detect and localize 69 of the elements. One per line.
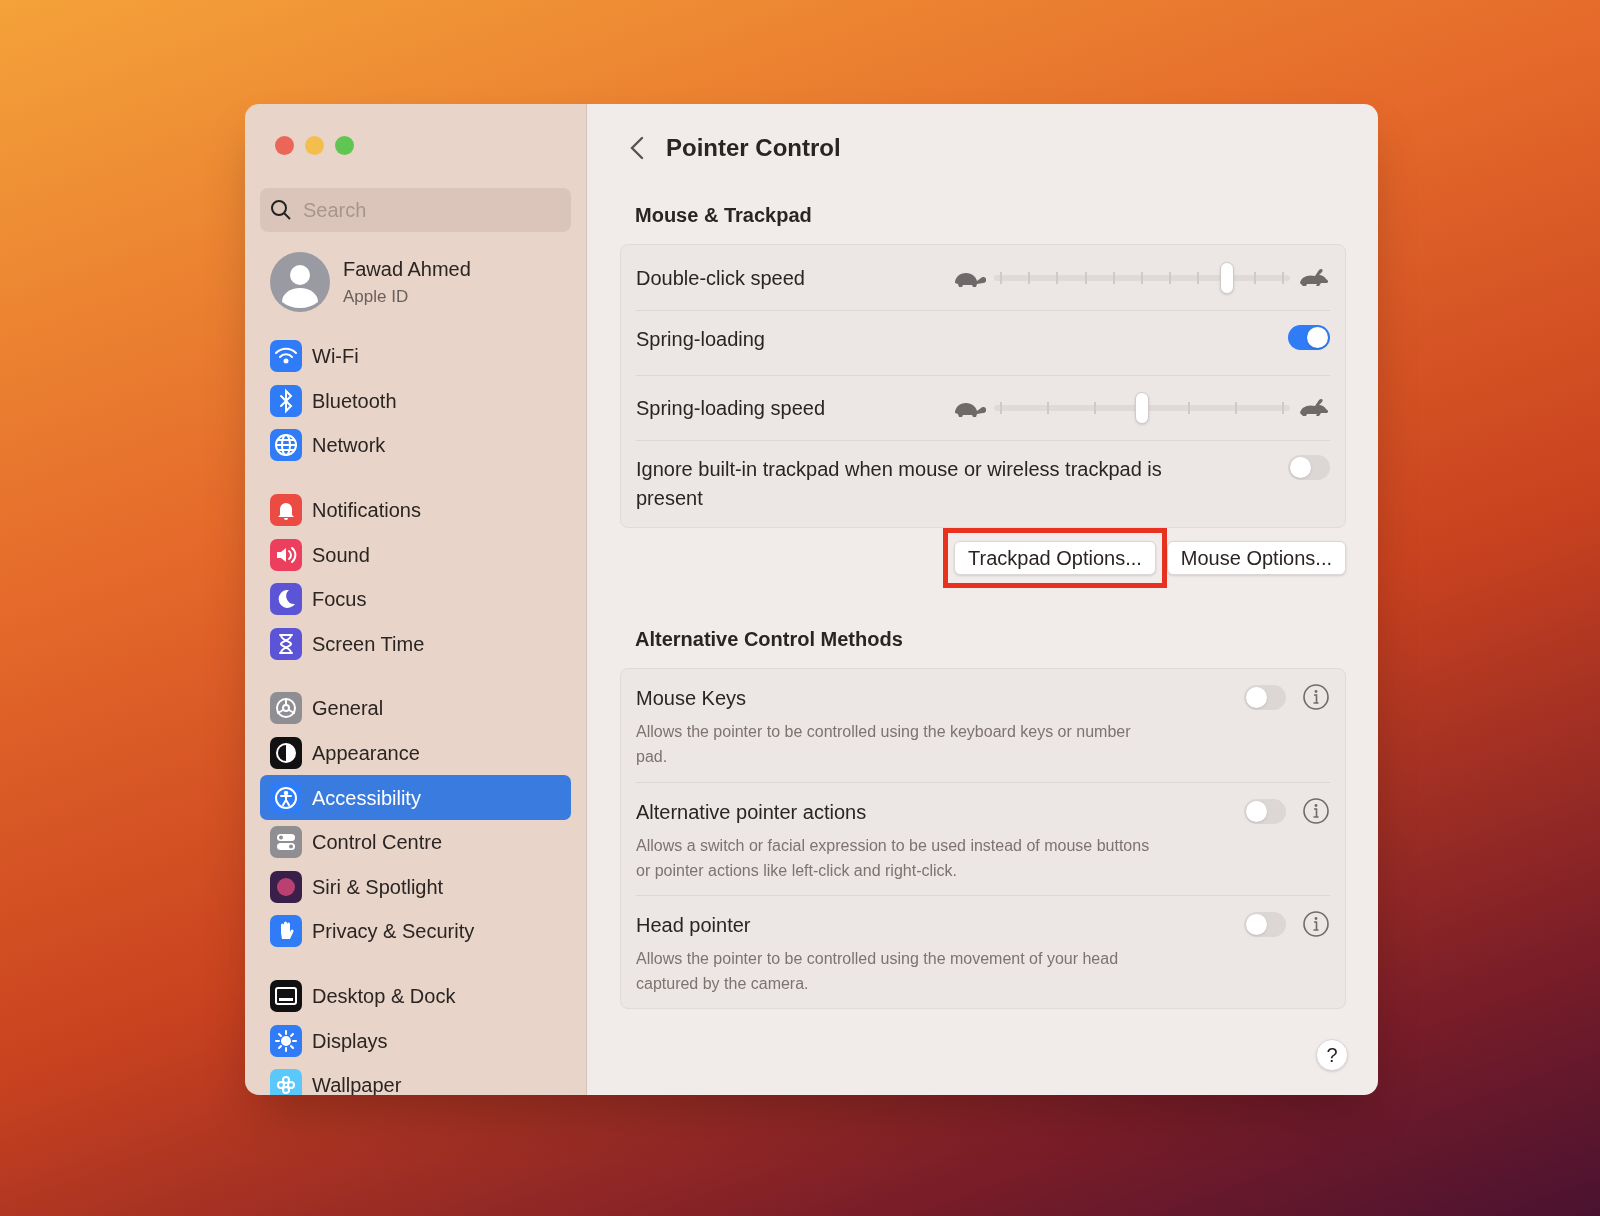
sidebar-item[interactable]: Appearance xyxy=(260,730,571,776)
sidebar-item[interactable]: Screen Time xyxy=(260,621,571,667)
sidebar-item[interactable]: Privacy & Security xyxy=(260,909,571,954)
setting-label: Alternative pointer actions xyxy=(636,800,868,825)
toggle-switch[interactable] xyxy=(1244,798,1286,824)
close-button[interactable] xyxy=(275,136,294,155)
slider-thumb[interactable] xyxy=(1219,261,1234,294)
toggle-switch[interactable] xyxy=(1244,684,1286,710)
displays-icon xyxy=(270,1024,302,1057)
options-button[interactable]: Mouse Options... xyxy=(1166,541,1346,575)
info-icon[interactable] xyxy=(1302,683,1330,711)
wifi-icon xyxy=(270,340,302,373)
accessibility-icon xyxy=(270,781,302,814)
help-button[interactable]: ? xyxy=(1316,1039,1348,1071)
info-icon[interactable] xyxy=(1302,910,1330,938)
setting-description: Allows the pointer to be controlled using the keyboard keys or number pad. xyxy=(636,722,1132,767)
zoom-button[interactable] xyxy=(335,136,354,155)
account-name[interactable]: Fawad Ahmed xyxy=(343,254,471,285)
section-heading: Mouse & Trackpad xyxy=(634,203,813,228)
setting-label: Spring-loading xyxy=(636,327,765,352)
sidebar-item[interactable]: Desktop & Dock xyxy=(260,973,571,1019)
info-icon[interactable] xyxy=(1302,797,1330,825)
rabbit-icon xyxy=(1298,397,1330,419)
wallpaper-icon xyxy=(270,1069,302,1095)
slider-track[interactable] xyxy=(994,261,1290,294)
sound-icon xyxy=(270,538,302,571)
general-icon xyxy=(270,692,302,725)
sidebar-item[interactable]: Focus xyxy=(260,576,571,622)
sidebar-item[interactable]: Siri & Spotlight xyxy=(260,864,571,910)
sidebar-item[interactable]: General xyxy=(260,686,571,731)
search-icon xyxy=(270,199,292,221)
controlcentre-icon xyxy=(270,826,302,859)
page-title: Pointer Control xyxy=(666,133,841,163)
sidebar-item[interactable]: Control Centre xyxy=(260,819,571,865)
back-icon[interactable] xyxy=(630,136,644,160)
setting-label: Spring-loading speed xyxy=(636,396,826,421)
slider-thumb[interactable] xyxy=(1135,392,1149,424)
notifications-icon xyxy=(270,494,302,527)
section-heading: Alternative Control Methods xyxy=(634,627,904,652)
avatar-icon[interactable] xyxy=(270,252,330,312)
setting-label: Ignore built-in trackpad when mouse or wireless trackpad is present xyxy=(636,457,1163,511)
setting-description: Allows the pointer to be controlled using the movement of your head captured by the camera. xyxy=(636,949,1120,994)
siri-icon xyxy=(270,870,302,903)
sidebar-item[interactable]: Wi-Fi xyxy=(260,334,571,379)
setting-description: Allows a switch or facial expression to be used instead of mouse buttons or pointer actions like left-click and right-click. xyxy=(636,836,1151,881)
sidebar-item[interactable]: Bluetooth xyxy=(260,378,571,424)
slider-track[interactable] xyxy=(994,392,1290,424)
minimize-button[interactable] xyxy=(305,136,324,155)
sidebar-item[interactable]: Displays xyxy=(260,1018,571,1063)
setting-label: Head pointer xyxy=(636,913,752,938)
sidebar-item[interactable]: Sound xyxy=(260,532,571,577)
setting-label: Mouse Keys xyxy=(636,686,748,711)
sidebar-item[interactable]: Network xyxy=(260,423,571,468)
rabbit-icon xyxy=(1298,266,1330,289)
toggle-switch[interactable] xyxy=(1288,325,1330,350)
network-icon xyxy=(270,429,302,462)
bluetooth-icon xyxy=(270,384,302,417)
options-button[interactable]: Trackpad Options... xyxy=(954,541,1156,575)
sidebar-item[interactable]: Notifications xyxy=(260,487,571,533)
screentime-icon xyxy=(270,627,302,660)
toggle-switch[interactable] xyxy=(1244,911,1286,937)
focus-icon xyxy=(270,583,302,616)
sidebar-item[interactable]: Accessibility xyxy=(260,775,571,820)
desktop-icon xyxy=(270,980,302,1012)
privacy-icon xyxy=(270,915,302,948)
account-subtitle: Apple ID xyxy=(343,286,410,309)
toggle-switch[interactable] xyxy=(1288,455,1330,480)
appearance-icon xyxy=(270,737,302,770)
setting-label: Double-click speed xyxy=(636,265,805,291)
